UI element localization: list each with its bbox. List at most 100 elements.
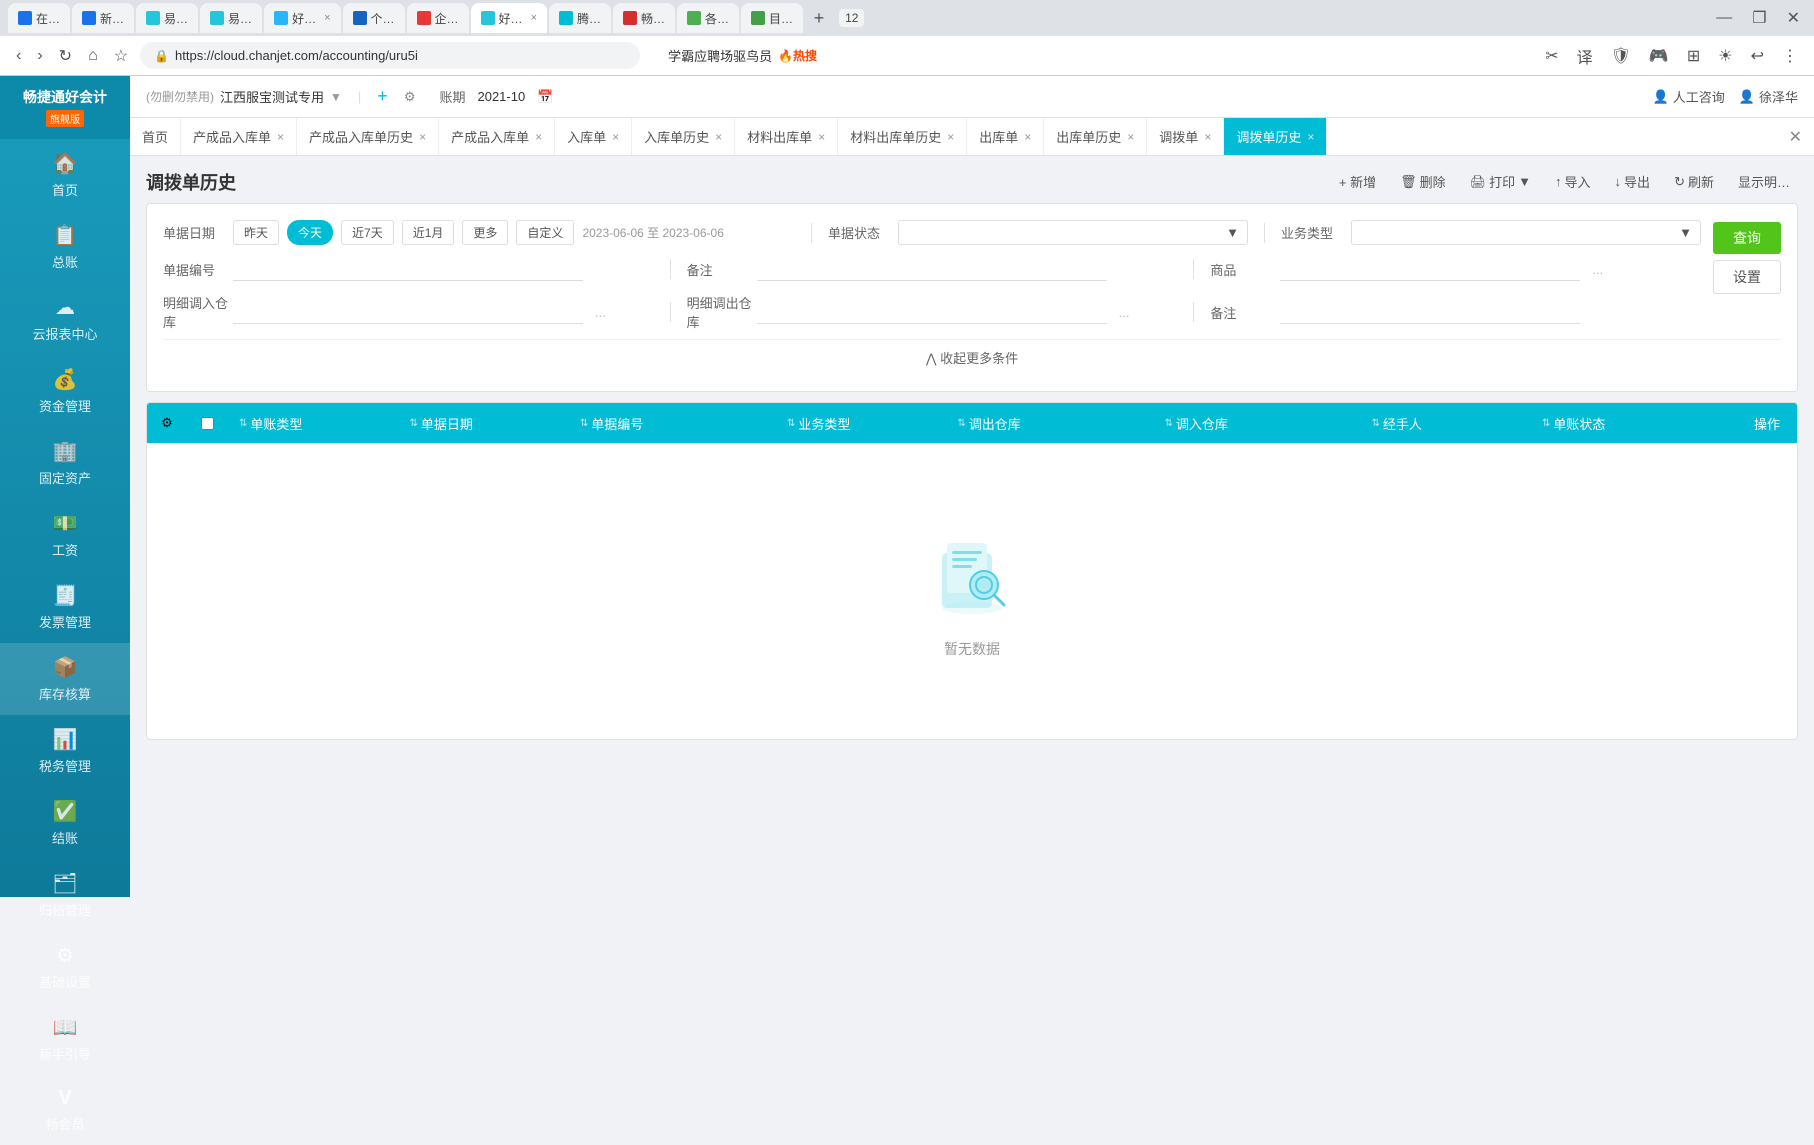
sidebar-item-inventory[interactable]: 📦 库存核算 — [0, 643, 130, 715]
sidebar-item-archive[interactable]: 🗂 归档管理 — [0, 859, 130, 931]
th-out-wh[interactable]: ⇅ 调出仓库 — [945, 414, 1152, 433]
nav-tab-8[interactable]: 出库单 × — [967, 118, 1044, 156]
nav-tab-2-close[interactable]: × — [419, 130, 426, 144]
nav-tab-home[interactable]: 首页 — [130, 118, 181, 156]
close-all-tabs-button[interactable]: ✕ — [1777, 127, 1814, 147]
sidebar-item-home[interactable]: 🏠 首页 — [0, 139, 130, 211]
th-type[interactable]: ⇅ 单账类型 — [227, 414, 397, 433]
sidebar-logo[interactable]: 畅捷通好会计 旗舰版 — [0, 76, 130, 139]
nav-tab-10[interactable]: 调拨单 × — [1147, 118, 1224, 156]
user-info[interactable]: 👤 徐泽华 — [1739, 87, 1798, 106]
collapse-button[interactable]: ⋀ 收起更多条件 — [163, 339, 1781, 375]
sidebar-item-invoice[interactable]: 🧾 发票管理 — [0, 571, 130, 643]
home-button[interactable]: ⌂ — [84, 43, 102, 69]
browser-tab-8[interactable]: 好… × — [471, 3, 547, 33]
nav-tab-4[interactable]: 入库单 × — [555, 118, 632, 156]
th-in-wh[interactable]: ⇅ 调入仓库 — [1152, 414, 1359, 433]
detail-in-dots[interactable]: ... — [591, 305, 610, 320]
browser-tab-7[interactable]: 企… — [407, 3, 469, 33]
voucher-no-input[interactable] — [233, 257, 583, 281]
nav-tab-3[interactable]: 产成品入库单 × — [439, 118, 555, 156]
undo-icon[interactable]: ↩ — [1747, 44, 1768, 68]
nav-tab-5[interactable]: 入库单历史 × — [632, 118, 735, 156]
nav-tab-11-close[interactable]: × — [1307, 130, 1314, 144]
th-biz-type[interactable]: ⇅ 业务类型 — [775, 414, 945, 433]
nav-tab-6-close[interactable]: × — [818, 130, 825, 144]
query-button[interactable]: 查询 — [1713, 222, 1781, 254]
browser-tab-1[interactable]: 在… — [8, 3, 70, 33]
th-number[interactable]: ⇅ 单据编号 — [568, 414, 775, 433]
game-icon[interactable]: 🎮 — [1645, 44, 1673, 68]
th-settings[interactable]: ⚙ — [147, 415, 187, 431]
nav-tab-7-close[interactable]: × — [947, 130, 954, 144]
date-btn-yesterday[interactable]: 昨天 — [233, 220, 279, 245]
nav-tab-10-close[interactable]: × — [1204, 130, 1211, 144]
nav-tab-4-close[interactable]: × — [612, 130, 619, 144]
tab-minimize-btn[interactable]: — — [1710, 9, 1738, 27]
nav-tab-6[interactable]: 材料出库单 × — [735, 118, 838, 156]
browser-tab-11[interactable]: 各… — [677, 3, 739, 33]
detail-in-input[interactable] — [233, 300, 583, 324]
date-btn-more[interactable]: 更多 — [462, 220, 508, 245]
nav-tab-8-close[interactable]: × — [1024, 130, 1031, 144]
browser-tab-9[interactable]: 腾… — [549, 3, 611, 33]
browser-tab-12[interactable]: 目… — [741, 3, 803, 33]
sidebar-item-tax[interactable]: 📊 税务管理 — [0, 715, 130, 787]
address-input[interactable]: 🔒 https://cloud.chanjet.com/accounting/u… — [140, 42, 640, 69]
nav-tab-3-close[interactable]: × — [535, 130, 542, 144]
sidebar-item-guide[interactable]: 📖 新手引导 — [0, 1003, 130, 1075]
tab-close-btn[interactable]: ✕ — [1781, 8, 1806, 28]
sidebar-item-salary[interactable]: 💵 工资 — [0, 499, 130, 571]
search-area[interactable]: 学霸应聘场驱鸟员 🔥热搜 — [668, 46, 817, 65]
sidebar-item-vip[interactable]: V 畅会员 — [0, 1075, 130, 1145]
sidebar-item-fund[interactable]: 💰 资金管理 — [0, 355, 130, 427]
import-button[interactable]: ↑ 导入 — [1547, 168, 1599, 195]
delete-button[interactable]: 🗑 删除 — [1392, 168, 1454, 195]
sidebar-item-settings[interactable]: ⚙ 基础设置 — [0, 931, 130, 1003]
browser-tab-5[interactable]: 好… × — [264, 3, 340, 33]
nav-tab-1-close[interactable]: × — [277, 130, 284, 144]
goods-dots[interactable]: ... — [1588, 262, 1607, 277]
print-button[interactable]: 🖨 打印 ▼ — [1462, 168, 1539, 195]
company-selector[interactable]: (勿删勿禁用) 江西服宝测试专用 ▼ — [146, 87, 342, 106]
shield-icon[interactable]: 🛡 — [1607, 44, 1635, 68]
goods-input[interactable] — [1280, 257, 1580, 281]
tab-close-8[interactable]: × — [531, 12, 537, 24]
remark2-input[interactable] — [1280, 300, 1580, 324]
sidebar-item-assets[interactable]: 🏢 固定资产 — [0, 427, 130, 499]
brightness-icon[interactable]: ☀ — [1714, 44, 1736, 68]
th-checkbox[interactable] — [187, 417, 227, 430]
back-button[interactable]: ‹ — [12, 43, 25, 69]
translate-icon[interactable]: 译 — [1573, 42, 1597, 70]
add-company-button[interactable]: + — [377, 86, 388, 107]
browser-tab-4[interactable]: 易… — [200, 3, 262, 33]
date-btn-1month[interactable]: 近1月 — [402, 220, 455, 245]
select-all-checkbox[interactable] — [201, 417, 214, 430]
biz-type-select[interactable]: ▼ — [1351, 220, 1701, 245]
new-tab-button[interactable]: + — [805, 4, 833, 32]
forward-button[interactable]: › — [33, 43, 46, 69]
browser-tab-3[interactable]: 易… — [136, 3, 198, 33]
export-button[interactable]: ↓ 导出 — [1607, 168, 1659, 195]
tab-close-5[interactable]: × — [324, 12, 330, 24]
date-btn-today[interactable]: 今天 — [287, 220, 333, 245]
sidebar-item-report[interactable]: ☁ 云报表中心 — [0, 283, 130, 355]
bookmark-button[interactable]: ☆ — [110, 42, 132, 70]
date-btn-custom[interactable]: 自定义 — [516, 220, 574, 245]
tab-count[interactable]: 12 — [839, 9, 864, 27]
consultant-button[interactable]: 👤 人工咨询 — [1653, 87, 1725, 106]
th-handler[interactable]: ⇅ 经手人 — [1360, 414, 1530, 433]
nav-tab-7[interactable]: 材料出库单历史 × — [838, 118, 967, 156]
refresh-button[interactable]: ↻ 刷新 — [1666, 168, 1722, 195]
gear-icon-top[interactable]: ⚙ — [404, 89, 416, 105]
remark-input[interactable] — [757, 257, 1107, 281]
browser-tab-10[interactable]: 畅… — [613, 3, 675, 33]
browser-tab-6[interactable]: 个… — [343, 3, 405, 33]
sidebar-item-ledger[interactable]: 📋 总账 — [0, 211, 130, 283]
show-full-button[interactable]: 显示明… — [1730, 168, 1798, 195]
browser-tab-2[interactable]: 新… — [72, 3, 134, 33]
status-select[interactable]: ▼ — [898, 220, 1248, 245]
nav-tab-11[interactable]: 调拨单历史 × — [1224, 118, 1327, 156]
detail-out-dots[interactable]: ... — [1115, 305, 1134, 320]
detail-out-input[interactable] — [757, 300, 1107, 324]
